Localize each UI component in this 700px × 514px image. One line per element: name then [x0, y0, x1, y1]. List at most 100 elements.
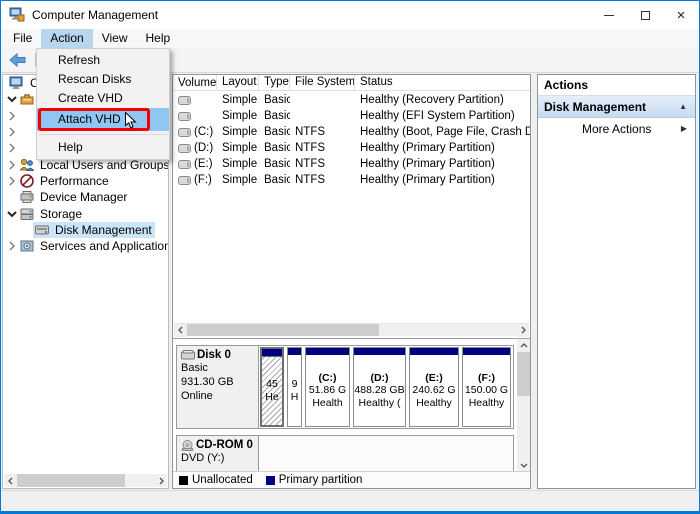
system-tools-icon	[19, 91, 35, 107]
menu-view[interactable]: View	[93, 29, 137, 48]
status-bar	[1, 490, 699, 511]
disk-status: Online	[181, 389, 254, 403]
volume-row[interactable]: (F:) Simple Basic NTFS Healthy (Primary …	[173, 172, 530, 188]
volume-row[interactable]: (C:) Simple Basic NTFS Healthy (Boot, Pa…	[173, 124, 530, 140]
arrow-cursor-icon	[125, 112, 137, 129]
partition-type-bar	[354, 348, 405, 356]
chevron-right-icon[interactable]	[7, 160, 19, 170]
disk-0-row: Disk 0 Basic 931.30 GB Online 45	[176, 345, 514, 429]
close-icon: ×	[677, 8, 686, 23]
titlebar: Computer Management ×	[1, 1, 699, 29]
menu-action[interactable]: Action	[41, 29, 92, 48]
scroll-down-icon[interactable]	[517, 458, 530, 471]
volume-icon	[178, 160, 191, 169]
volume-icon	[178, 96, 191, 105]
computer-icon	[9, 75, 25, 91]
disk-management-icon	[34, 222, 50, 238]
menu-help[interactable]: Help	[137, 29, 180, 48]
computer-management-window: Computer Management × File Action View H…	[0, 0, 700, 514]
partition-f[interactable]: (F:) 150.00 G Healthy	[462, 347, 511, 427]
menu-item-help[interactable]: Help	[37, 138, 169, 157]
volume-row[interactable]: (E:) Simple Basic NTFS Healthy (Primary …	[173, 156, 530, 172]
minimize-button[interactable]	[591, 1, 627, 29]
column-header-layout[interactable]: Layout	[217, 75, 259, 90]
volume-row[interactable]: (D:) Simple Basic NTFS Healthy (Primary …	[173, 140, 530, 156]
tree-item-label: Performance	[38, 174, 111, 188]
column-header-type[interactable]: Type	[259, 75, 290, 90]
partition-c[interactable]: (C:) 51.86 G Health	[305, 347, 350, 427]
volume-row[interactable]: Simple Basic Healthy (Recovery Partition…	[173, 92, 530, 108]
disk-0-partitions: 45 He 9 H	[259, 346, 513, 428]
chevron-down-icon[interactable]	[7, 94, 19, 104]
chevron-right-icon[interactable]	[7, 111, 19, 121]
menu-separator	[39, 134, 167, 135]
scroll-up-icon[interactable]	[517, 339, 530, 352]
partition-label: 45	[266, 378, 278, 391]
volume-list-horizontal-scrollbar[interactable]	[174, 323, 529, 336]
collapse-arrow-icon[interactable]: ▲	[679, 102, 687, 111]
volume-row[interactable]: Simple Basic Healthy (EFI System Partiti…	[173, 108, 530, 124]
menu-item-attach-vhd[interactable]: Attach VHD	[37, 108, 169, 131]
chevron-right-icon[interactable]	[7, 143, 19, 153]
tree-selection-highlight: Disk Management	[33, 222, 155, 238]
menu-item-rescan-disks[interactable]: Rescan Disks	[37, 70, 169, 89]
tree-item-storage[interactable]: Storage	[3, 205, 168, 221]
scroll-right-icon[interactable]	[516, 324, 529, 337]
partition-type-bar	[410, 348, 458, 356]
cd-rom-row: CD-ROM 0 DVD (Y:)	[176, 435, 514, 471]
column-header-status[interactable]: Status	[355, 75, 530, 90]
partition-d[interactable]: (D:) 488.28 GB Healthy (	[353, 347, 406, 427]
column-header-volume[interactable]: Volume	[173, 75, 217, 90]
partition-label: H	[291, 391, 299, 404]
cd-rom-info[interactable]: CD-ROM 0 DVD (Y:)	[177, 436, 259, 471]
services-icon	[19, 238, 35, 254]
tree-item-label: Services and Applications	[38, 239, 168, 253]
menubar: File Action View Help	[1, 29, 699, 48]
menu-file[interactable]: File	[4, 29, 41, 48]
chevron-down-icon[interactable]	[7, 209, 19, 219]
partition-recovery[interactable]: 45 He	[260, 347, 284, 427]
chevron-right-icon[interactable]	[7, 241, 19, 251]
tree-item-performance[interactable]: Performance	[3, 173, 168, 189]
device-manager-icon	[19, 189, 35, 205]
disk-view-vertical-scrollbar[interactable]	[517, 339, 530, 471]
maximize-button[interactable]	[627, 1, 663, 29]
scroll-left-icon[interactable]	[174, 324, 187, 337]
drive-letter: DVD (Y:)	[181, 451, 254, 465]
partition-label: 9	[292, 378, 298, 391]
close-button[interactable]: ×	[663, 1, 699, 29]
disk-size: 931.30 GB	[181, 375, 254, 389]
disk-management-pane: Volume Layout Type File System Status Si…	[172, 74, 531, 489]
actions-pane: Actions Disk Management ▲ More Actions ▶	[537, 74, 696, 489]
scrollbar-thumb[interactable]	[517, 352, 530, 396]
partition-efi[interactable]: 9 H	[287, 347, 302, 427]
column-header-file-system[interactable]: File System	[290, 75, 355, 90]
menu-item-refresh[interactable]: Refresh	[37, 51, 169, 70]
tree-item-label: Storage	[38, 207, 84, 221]
partition-type-bar	[288, 348, 301, 356]
tree-item-disk-management[interactable]: Disk Management	[3, 222, 168, 238]
scroll-left-icon[interactable]	[4, 474, 17, 487]
scroll-right-icon[interactable]	[154, 474, 167, 487]
cd-rom-media-area[interactable]	[259, 436, 513, 471]
legend-unallocated: Unallocated	[179, 474, 253, 486]
tree-horizontal-scrollbar[interactable]	[4, 474, 167, 487]
disk-0-info[interactable]: Disk 0 Basic 931.30 GB Online	[177, 346, 259, 428]
partition-label: Healthy	[416, 397, 452, 410]
chevron-right-icon[interactable]	[7, 176, 19, 186]
tree-item-services-and-applications[interactable]: Services and Applications	[3, 238, 168, 254]
back-arrow-icon[interactable]	[9, 53, 27, 67]
partition-label: 240.62 G	[412, 384, 455, 397]
menu-item-create-vhd[interactable]: Create VHD	[37, 89, 169, 108]
chevron-right-icon[interactable]	[7, 127, 19, 137]
graphical-disk-view: Disk 0 Basic 931.30 GB Online 45	[173, 338, 530, 471]
scrollbar-thumb[interactable]	[187, 324, 379, 336]
more-actions-item[interactable]: More Actions ▶	[538, 118, 695, 139]
users-icon	[19, 157, 35, 173]
partition-label: (D:)	[370, 372, 388, 384]
scrollbar-thumb[interactable]	[17, 474, 125, 487]
partition-e[interactable]: (E:) 240.62 G Healthy	[409, 347, 459, 427]
performance-icon	[19, 173, 35, 189]
tree-item-device-manager[interactable]: Device Manager	[3, 189, 168, 205]
actions-group-disk-management[interactable]: Disk Management ▲	[538, 96, 695, 118]
